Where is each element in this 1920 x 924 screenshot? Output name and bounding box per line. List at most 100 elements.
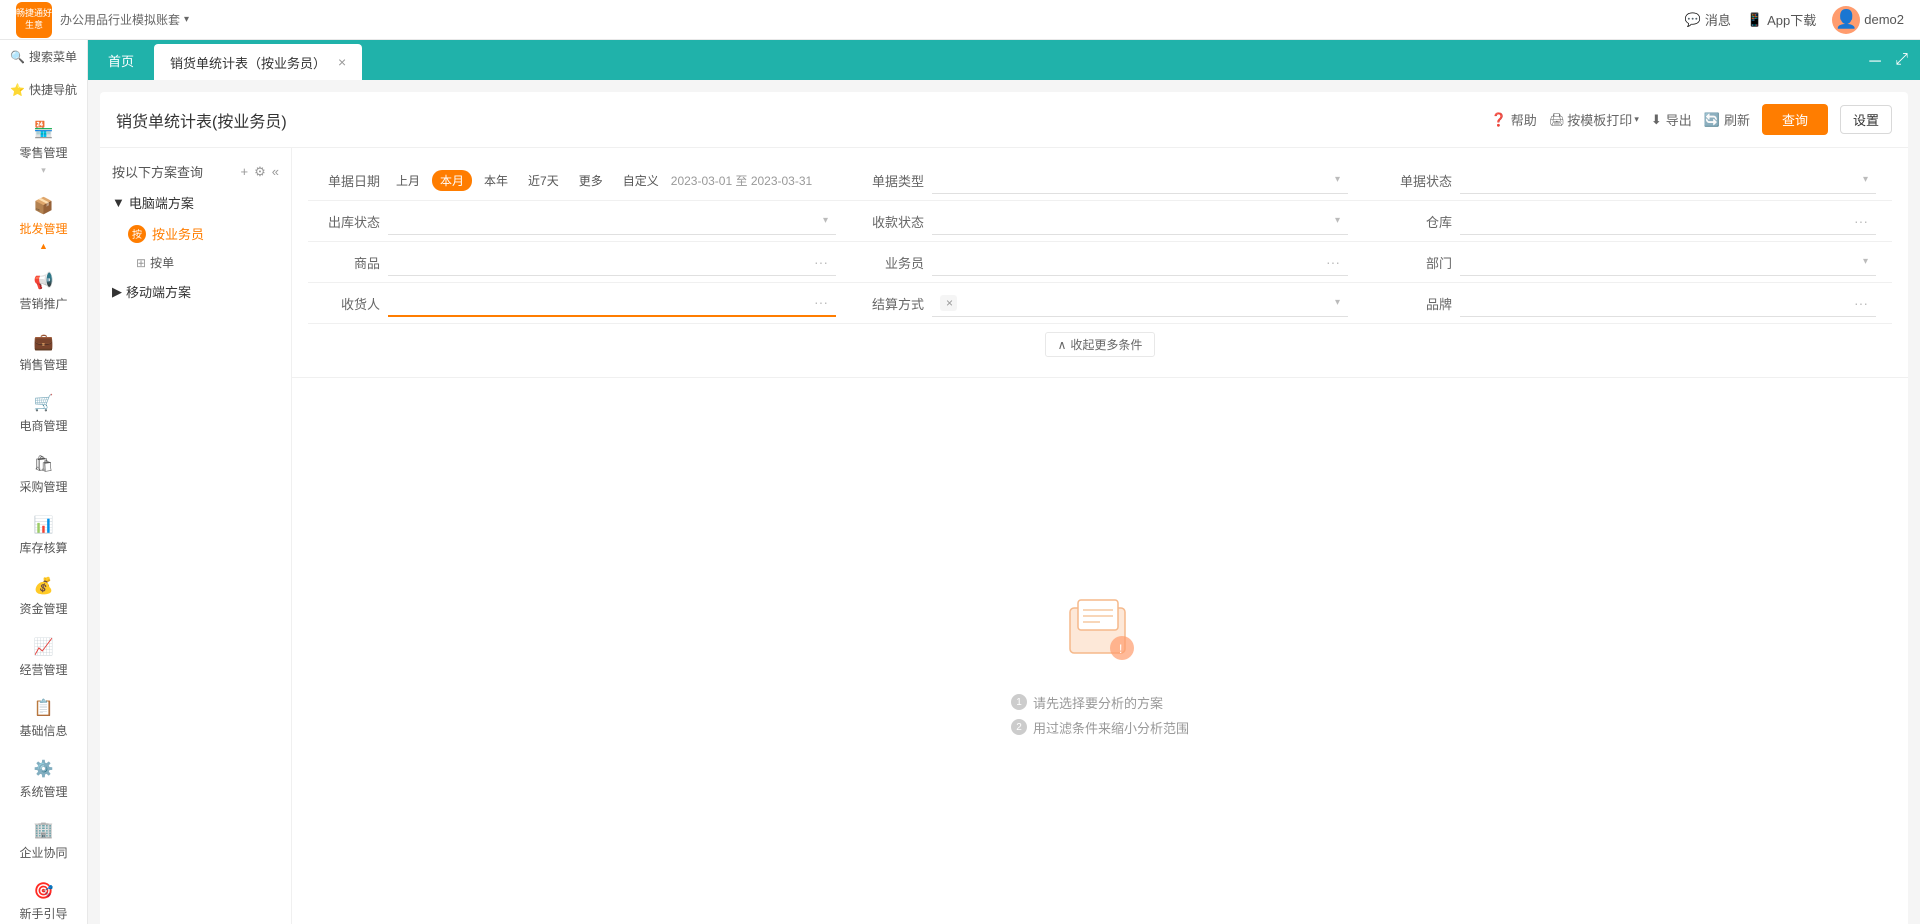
sidebar-item-sales[interactable]: 💼 销售管理 [0,322,87,383]
retail-icon: 🏪 [34,120,54,140]
settlement-clear-tag[interactable]: × [940,295,957,311]
sidebar-item-ecommerce[interactable]: 🛒 电商管理 [0,383,87,444]
mobile-group-header[interactable]: ▶ 移动端方案 [100,276,291,307]
app-download-button[interactable]: 📱 App下载 [1747,10,1816,29]
sidebar-search[interactable]: 🔍 搜索菜单 [0,40,87,73]
sidebar-item-retail[interactable]: 🏪 零售管理 ▾ [0,110,87,186]
settings-button[interactable]: 设置 [1840,105,1892,134]
page-header: 销货单统计表(按业务员) ❓ 帮助 🖨 按模板打印 ▾ ⬇ [100,92,1908,148]
warehouse-input[interactable]: ··· [1460,207,1876,235]
department-input[interactable]: ▾ [1460,248,1876,276]
sidebar-item-system[interactable]: ⚙️ 系统管理 [0,749,87,810]
brand-input[interactable]: ··· [1460,289,1876,317]
consignee-cell: 收货人 ··· [308,283,836,324]
empty-tip-2: 2 用过滤条件来缩小分析范围 [1011,718,1189,737]
date-this-month-btn[interactable]: 本月 [432,170,472,191]
refresh-button[interactable]: 🔄 刷新 [1704,110,1750,129]
pc-scheme-group: ▼ 电脑端方案 按 按业务员 ⊞ 按单 [100,187,291,276]
sidebar-item-newbie[interactable]: 🎯 新手引导 [0,871,87,924]
sidebar-item-basic[interactable]: 📋 基础信息 [0,688,87,749]
help-button[interactable]: ❓ 帮助 [1491,110,1537,129]
brand-label: 品牌 [1380,294,1460,313]
receive-status-input[interactable]: ▾ [932,207,1348,235]
doc-status-cell: 单据状态 ▾ [1364,160,1892,201]
sidebar-item-purchase[interactable]: 🛍 采购管理 [0,444,87,505]
out-status-input[interactable]: ▾ [388,207,836,235]
receive-status-cell: 收款状态 ▾ [836,201,1364,242]
goods-cell: 商品 ··· [308,242,836,283]
app-logo: 畅捷通好生意 [16,2,52,38]
sidebar-item-enterprise[interactable]: 🏢 企业协同 [0,810,87,871]
empty-tip-1: 1 请先选择要分析的方案 [1011,693,1189,712]
sidebar-item-operation[interactable]: 📈 经营管理 [0,627,87,688]
scheme-by-order[interactable]: ⊞ 按单 [100,249,291,276]
export-icon: ⬇ [1651,112,1662,128]
topbar-right: 💬 消息 📱 App下载 👤 demo2 [1685,6,1904,34]
goods-label: 商品 [308,253,388,272]
receive-status-chevron: ▾ [1335,215,1340,226]
filter-row-3: 商品 ··· 业务员 [308,242,1892,283]
collapse-row: ∧ 收起更多条件 [308,324,1892,365]
sidebar-quick-nav[interactable]: ⭐ 快捷导航 [0,73,87,106]
goods-input[interactable]: ··· [388,248,836,276]
date-last-month-btn[interactable]: 上月 [388,170,428,191]
topbar: 畅捷通好生意 办公用品行业模拟账套 ▾ 💬 消息 📱 App下载 👤 demo2 [0,0,1920,40]
query-button[interactable]: 查询 [1762,104,1828,135]
date-this-year-btn[interactable]: 本年 [476,170,516,191]
print-button[interactable]: 🖨 按模板打印 ▾ [1549,110,1639,129]
ecommerce-icon: 🛒 [34,393,54,413]
date-more-btn[interactable]: 更多 [571,170,611,191]
consignee-input[interactable]: ··· [388,289,836,317]
salesperson-input[interactable]: ··· [932,248,1348,276]
inventory-icon: 📊 [34,515,54,535]
tab-sales-stats[interactable]: 销货单统计表（按业务员） × [154,44,362,80]
pc-group-header[interactable]: ▼ 电脑端方案 [100,187,291,218]
doc-type-input[interactable]: ▾ [932,166,1348,194]
date-last7-btn[interactable]: 近7天 [520,170,567,191]
goods-dots: ··· [814,254,828,270]
left-panel-header: 按以下方案查询 + ⚙ « [100,156,291,187]
date-custom-btn[interactable]: 自定义 [615,170,667,191]
settlement-input[interactable]: × ▾ [932,289,1348,317]
filter-row-2: 出库状态 ▾ 收款状态 [308,201,1892,242]
tab-home[interactable]: 首页 [88,40,154,80]
enterprise-icon: 🏢 [34,820,54,840]
warehouse-cell: 仓库 ··· [1364,201,1892,242]
filter-area: 单据日期 上月 本月 本年 近7天 更多 自定义 2023-03-01 至 20… [292,148,1908,378]
user-menu[interactable]: 👤 demo2 [1832,6,1904,34]
scheme-by-salesperson[interactable]: 按 按业务员 [100,218,291,249]
out-status-chevron: ▾ [823,215,828,226]
purchase-icon: 🛍 [33,454,53,474]
split-layout: 按以下方案查询 + ⚙ « ▼ 电脑端方案 [100,148,1908,924]
tab-maximize-button[interactable]: ⤢ [1891,47,1912,73]
collapse-panel-button[interactable]: « [272,164,279,180]
warehouse-dots: ··· [1854,213,1868,229]
main-layout: 🔍 搜索菜单 ⭐ 快捷导航 🏪 零售管理 ▾ 📦 批发管理 ▲ 📢 营销推广 💼… [0,40,1920,924]
message-button[interactable]: 💬 消息 [1685,10,1731,29]
doc-status-input[interactable]: ▾ [1460,166,1876,194]
mobile-folder-icon: ▶ [112,284,122,300]
consignee-label: 收货人 [308,294,388,313]
scheme-settings-button[interactable]: ⚙ [254,164,266,180]
doc-type-chevron: ▾ [1335,174,1340,185]
tab-close-button[interactable]: × [338,54,346,70]
collapse-button[interactable]: ∧ 收起更多条件 [1045,332,1156,357]
avatar: 👤 [1832,6,1860,34]
help-icon: ❓ [1491,112,1507,128]
sidebar-item-finance[interactable]: 💰 资金管理 [0,566,87,627]
settlement-clear-button[interactable]: × [946,296,953,310]
sub-scheme-icon: ⊞ [136,256,146,270]
export-button[interactable]: ⬇ 导出 [1651,110,1692,129]
tab-minimize-button[interactable]: － [1863,44,1887,76]
department-cell: 部门 ▾ [1364,242,1892,283]
sidebar-item-inventory[interactable]: 📊 库存核算 [0,505,87,566]
company-selector[interactable]: 办公用品行业模拟账套 ▾ [60,11,189,28]
doc-type-cell: 单据类型 ▾ [836,160,1364,201]
add-scheme-button[interactable]: + [241,164,249,180]
sidebar-item-wholesale[interactable]: 📦 批发管理 ▲ [0,186,87,261]
topbar-left: 畅捷通好生意 办公用品行业模拟账套 ▾ [16,2,189,38]
print-chevron-icon: ▾ [1634,114,1639,125]
folder-icon: ▼ [112,195,125,210]
sidebar-item-marketing[interactable]: 📢 营销推广 [0,261,87,322]
sidebar: 🔍 搜索菜单 ⭐ 快捷导航 🏪 零售管理 ▾ 📦 批发管理 ▲ 📢 营销推广 💼… [0,40,88,924]
